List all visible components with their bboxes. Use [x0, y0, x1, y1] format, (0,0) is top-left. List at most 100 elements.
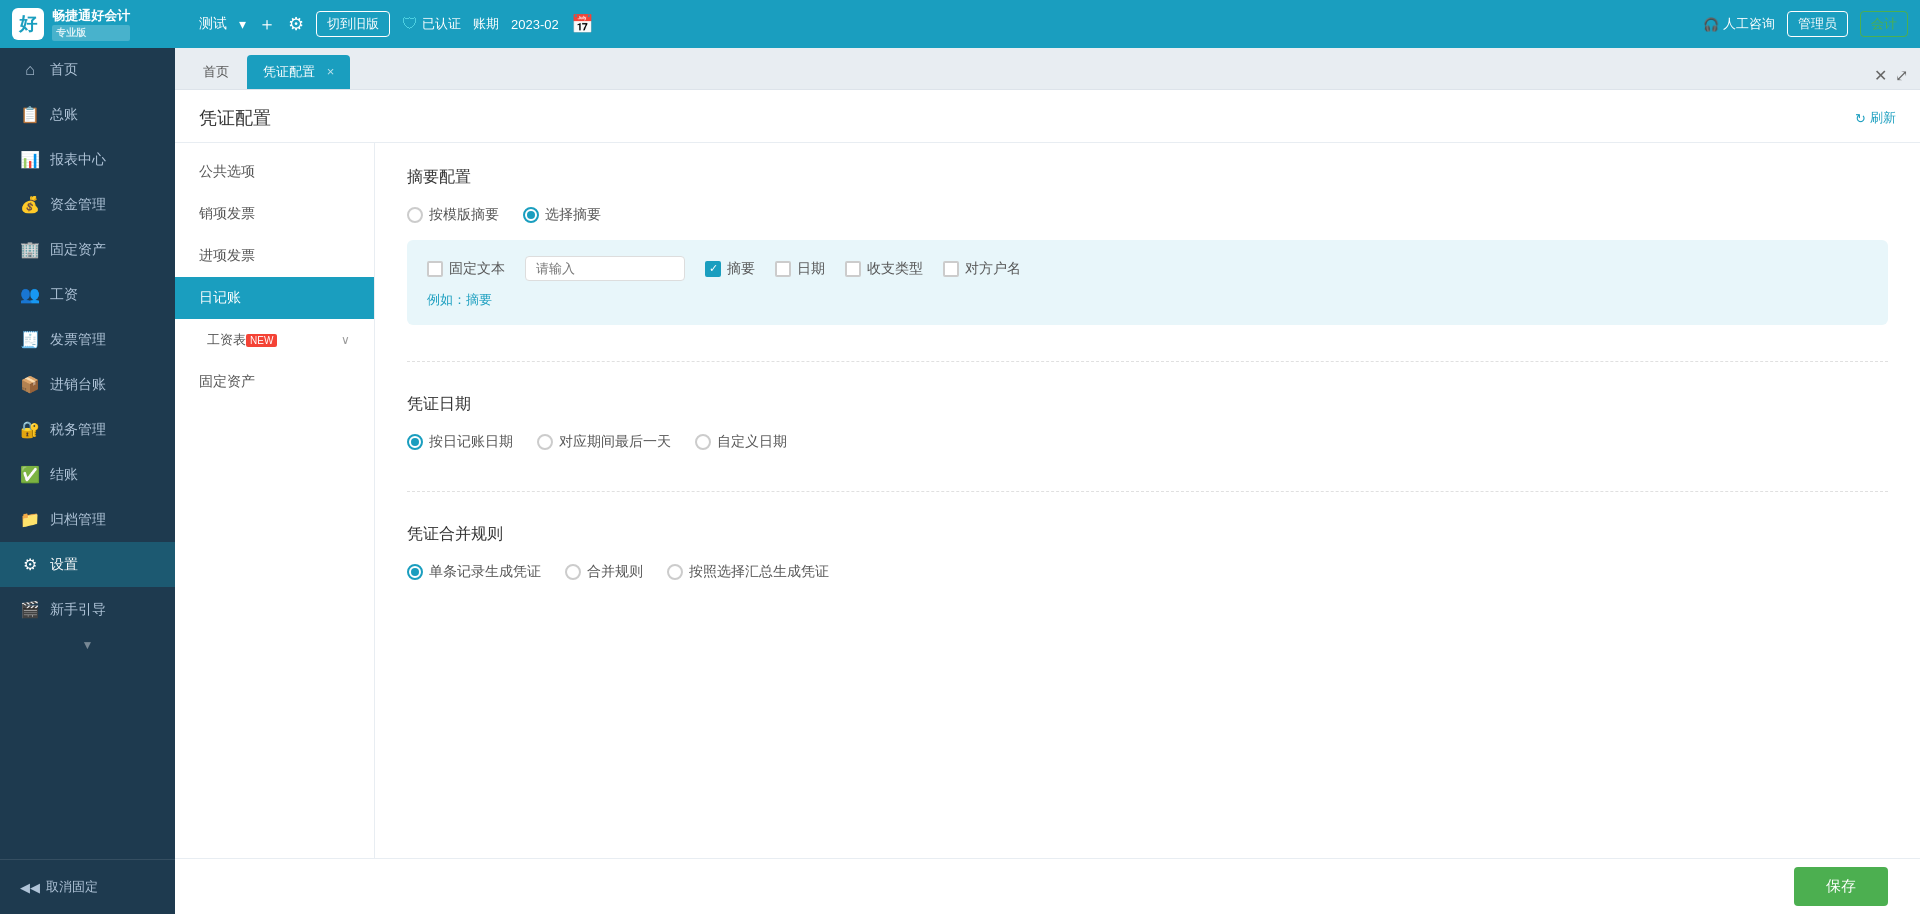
expand-icon: ∨: [341, 333, 350, 347]
sidebar-item-guide[interactable]: 🎬 新手引导: [0, 587, 175, 632]
sidebar-item-reports[interactable]: 📊 报表中心: [0, 137, 175, 182]
unpin-btn[interactable]: ◀◀ 取消固定: [0, 868, 175, 906]
header-center: 测试 ▾ ＋ ⚙ 切到旧版 🛡 已认证 账期 2023-02 📅: [187, 11, 1703, 37]
close-tab-btn[interactable]: ✕: [1874, 66, 1887, 85]
accountant-btn[interactable]: 会计: [1860, 11, 1908, 37]
tab-config-label: 凭证配置: [263, 64, 315, 79]
config-area: 摘要配置 按模版摘要 选择摘要: [375, 143, 1920, 858]
calendar-icon[interactable]: 📅: [571, 13, 593, 35]
left-nav-sales-invoice[interactable]: 销项发票: [175, 193, 374, 235]
sidebar-item-label: 设置: [50, 556, 78, 574]
page-title: 凭证配置: [199, 106, 271, 130]
checkbox-summary[interactable]: ✓ 摘要: [705, 260, 755, 278]
left-nav-public[interactable]: 公共选项: [175, 151, 374, 193]
checkbox-box-payment-type: [845, 261, 861, 277]
left-nav-fixed-assets[interactable]: 固定资产: [175, 361, 374, 403]
fixed-text-input[interactable]: [525, 256, 685, 281]
consult-btn[interactable]: 🎧 人工咨询: [1703, 15, 1775, 33]
sidebar-item-assets[interactable]: 🏢 固定资产: [0, 227, 175, 272]
sidebar-item-closing[interactable]: ✅ 结账: [0, 452, 175, 497]
checkbox-box-fixed-text: [427, 261, 443, 277]
fullscreen-tab-btn[interactable]: ⤢: [1895, 66, 1908, 85]
sidebar-item-label: 进销台账: [50, 376, 106, 394]
left-nav: 公共选项 销项发票 进项发票 日记账 工资表 NEW ∨: [175, 143, 375, 858]
archive-icon: 📁: [20, 510, 40, 529]
tab-close-icon[interactable]: ×: [327, 64, 335, 79]
radio-select[interactable]: 选择摘要: [523, 206, 601, 224]
sidebar-item-label: 报表中心: [50, 151, 106, 169]
radio-select-merge[interactable]: 按照选择汇总生成凭证: [667, 563, 829, 581]
sidebar-item-home[interactable]: ⌂ 首页: [0, 48, 175, 92]
checkbox-payment-type[interactable]: 收支类型: [845, 260, 923, 278]
left-nav-payroll-table[interactable]: 工资表 NEW ∨: [175, 319, 374, 361]
settings-btn[interactable]: ⚙: [288, 13, 304, 35]
date-radio-group: 按日记账日期 对应期间最后一天 自定义日期: [407, 433, 1888, 451]
sidebar-item-label: 结账: [50, 466, 78, 484]
refresh-btn[interactable]: ↻ 刷新: [1855, 109, 1896, 127]
summary-section-title: 摘要配置: [407, 167, 1888, 188]
invoices-icon: 🧾: [20, 330, 40, 349]
add-btn[interactable]: ＋: [258, 12, 276, 36]
page-header: 凭证配置 ↻ 刷新: [175, 90, 1920, 143]
sidebar-item-label: 发票管理: [50, 331, 106, 349]
consult-label: 人工咨询: [1723, 15, 1775, 33]
switch-old-btn[interactable]: 切到旧版: [316, 11, 390, 37]
sidebar-item-label: 新手引导: [50, 601, 106, 619]
save-btn[interactable]: 保存: [1794, 867, 1888, 906]
logo-area: 好 畅捷通好会计 专业版: [12, 7, 187, 41]
checkbox-box-summary: ✓: [705, 261, 721, 277]
sidebar-item-invoices[interactable]: 🧾 发票管理: [0, 317, 175, 362]
unpin-icon: ◀◀: [20, 880, 40, 895]
guide-icon: 🎬: [20, 600, 40, 619]
logo-sub: 专业版: [52, 25, 130, 41]
scroll-indicator: ▼: [0, 632, 175, 658]
tab-config[interactable]: 凭证配置 ×: [247, 55, 350, 89]
sidebar-item-sales[interactable]: 📦 进销台账: [0, 362, 175, 407]
radio-journal-date[interactable]: 按日记账日期: [407, 433, 513, 451]
company-dropdown-btn[interactable]: ▾: [239, 16, 246, 32]
checkbox-fixed-text[interactable]: 固定文本: [427, 260, 505, 278]
sidebar-item-ledger[interactable]: 📋 总账: [0, 92, 175, 137]
radio-circle-template: [407, 207, 423, 223]
radio-merge-rule[interactable]: 合并规则: [565, 563, 643, 581]
checkbox-box-counterparty: [943, 261, 959, 277]
sidebar-item-funds[interactable]: 💰 资金管理: [0, 182, 175, 227]
sidebar-item-tax[interactable]: 🔐 税务管理: [0, 407, 175, 452]
radio-circle-custom-date: [695, 434, 711, 450]
left-nav-purchase-invoice[interactable]: 进项发票: [175, 235, 374, 277]
sales-icon: 📦: [20, 375, 40, 394]
tab-bar: 首页 凭证配置 × ✕ ⤢: [175, 48, 1920, 90]
left-nav-journal[interactable]: 日记账: [175, 277, 374, 319]
radio-circle-merge-rule: [565, 564, 581, 580]
certified-label: 已认证: [422, 15, 461, 33]
checkbox-date[interactable]: 日期: [775, 260, 825, 278]
example-text: 例如：摘要: [427, 291, 1868, 309]
sidebar-item-archive[interactable]: 📁 归档管理: [0, 497, 175, 542]
reports-icon: 📊: [20, 150, 40, 169]
merge-section: 凭证合并规则 单条记录生成凭证 合并规则: [407, 524, 1888, 621]
scroll-down-arrow[interactable]: ▼: [82, 638, 94, 652]
header-right: 🎧 人工咨询 管理员 会计: [1703, 11, 1908, 37]
summary-radio-group: 按模版摘要 选择摘要: [407, 206, 1888, 224]
sidebar-item-label: 归档管理: [50, 511, 106, 529]
radio-custom-date[interactable]: 自定义日期: [695, 433, 787, 451]
radio-circle-period-last: [537, 434, 553, 450]
checkbox-counterparty[interactable]: 对方户名: [943, 260, 1021, 278]
manager-btn[interactable]: 管理员: [1787, 11, 1848, 37]
sidebar-item-settings[interactable]: ⚙ 设置: [0, 542, 175, 587]
certified-badge: 🛡 已认证: [402, 15, 461, 33]
radio-single[interactable]: 单条记录生成凭证: [407, 563, 541, 581]
radio-period-last[interactable]: 对应期间最后一天: [537, 433, 671, 451]
sidebar-item-label: 首页: [50, 61, 78, 79]
radio-circle-single: [407, 564, 423, 580]
sidebar-item-label: 总账: [50, 106, 78, 124]
logo-title: 畅捷通好会计: [52, 7, 130, 25]
tab-home[interactable]: 首页: [187, 55, 245, 89]
inner-layout: 公共选项 销项发票 进项发票 日记账 工资表 NEW ∨: [175, 143, 1920, 858]
merge-radio-group: 单条记录生成凭证 合并规则 按照选择汇总生成凭证: [407, 563, 1888, 581]
sidebar-item-payroll[interactable]: 👥 工资: [0, 272, 175, 317]
radio-template[interactable]: 按模版摘要: [407, 206, 499, 224]
sidebar-item-label: 工资: [50, 286, 78, 304]
sidebar-item-label: 税务管理: [50, 421, 106, 439]
new-badge: NEW: [246, 334, 277, 347]
